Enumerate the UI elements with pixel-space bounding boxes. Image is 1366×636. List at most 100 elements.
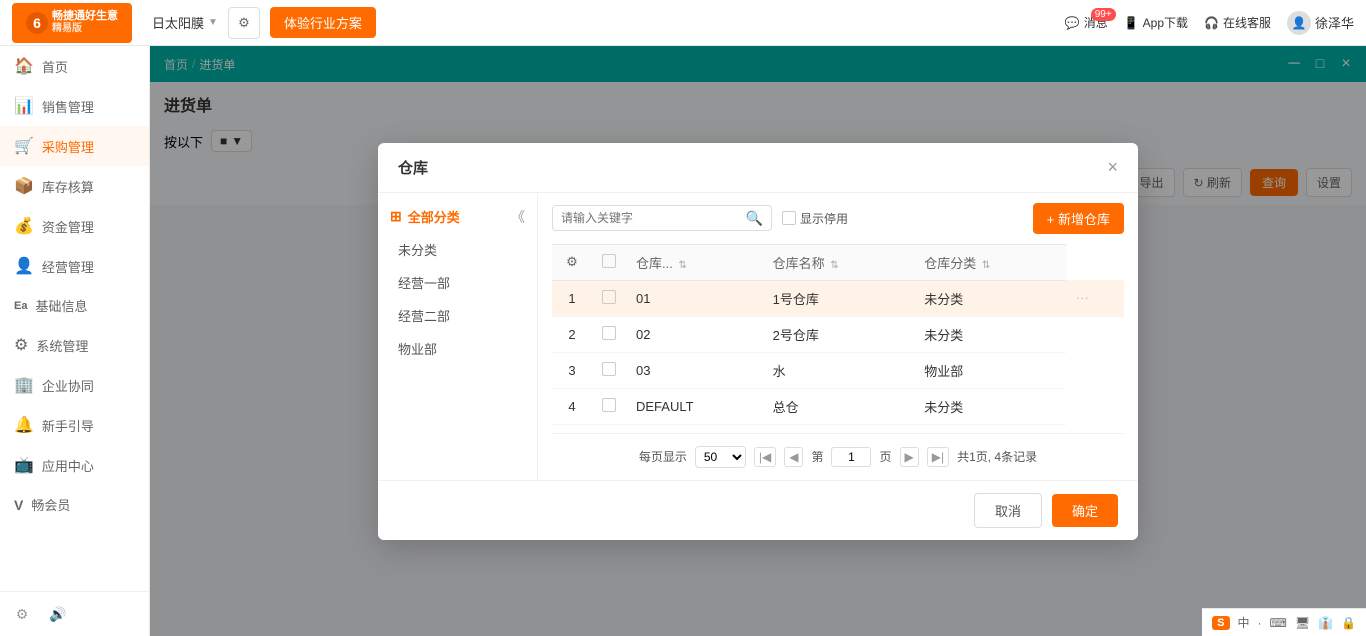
sidebar-item-system[interactable]: ⚙ 系统管理 [0, 325, 149, 365]
page-label: 第 [811, 448, 823, 465]
sidebar-item-finance[interactable]: 💰 资金管理 [0, 206, 149, 246]
show-disabled-text: 显示停用 [800, 210, 848, 227]
th-code[interactable]: 仓库... ⇅ [626, 244, 763, 280]
table-row[interactable]: 4 DEFAULT 总仓 未分类 [552, 388, 1124, 424]
cancel-button[interactable]: 取消 [974, 493, 1042, 528]
user-profile[interactable]: 👤 徐泽华 [1287, 11, 1354, 35]
modal-close-button[interactable]: × [1107, 158, 1118, 176]
row-category: 未分类 [914, 280, 1066, 316]
page-first-btn[interactable]: |◀ [754, 447, 776, 467]
store-selector[interactable]: 日太阳膜 ▼ [152, 13, 218, 32]
add-warehouse-button[interactable]: + 新增仓库 [1033, 203, 1124, 234]
sidebar-settings-btn[interactable]: ⚙ [8, 600, 36, 628]
status-dot: · [1258, 616, 1262, 630]
message-action[interactable]: 💬 消息 99+ [1065, 14, 1108, 31]
all-categories-btn[interactable]: ⊞ 全部分类 [390, 207, 460, 226]
page-number-input[interactable] [831, 447, 871, 467]
inventory-icon: 📦 [14, 176, 34, 196]
search-input[interactable] [561, 206, 746, 230]
brand-logo: 6 畅捷通好生意 精易版 [12, 3, 132, 43]
row-checkbox[interactable] [602, 362, 616, 376]
sidebar-item-guide[interactable]: 🔔 新手引导 [0, 405, 149, 445]
apps-icon: 📺 [14, 455, 34, 475]
row-code: DEFAULT [626, 388, 763, 424]
brand-name: 畅捷通好生意 [52, 10, 118, 23]
sidebar-item-purchase[interactable]: 🛒 采购管理 [0, 126, 149, 166]
pagination: 每页显示 50 100 200 |◀ ◀ 第 页 ▶ [552, 433, 1124, 480]
page-next-btn[interactable]: ▶ [900, 447, 919, 467]
modal-overlay: 仓库 × ⊞ 全部分类 《 未分类 [150, 46, 1366, 636]
row-checkbox-cell[interactable] [592, 280, 626, 316]
store-name: 日太阳膜 [152, 13, 204, 32]
sidebar-label-purchase: 采购管理 [42, 137, 94, 156]
sidebar-label-enterprise: 企业协同 [42, 376, 94, 395]
trial-button[interactable]: 体验行业方案 [270, 7, 376, 38]
status-cn: 中 [1238, 614, 1250, 631]
category-header: ⊞ 全部分类 《 [378, 201, 537, 233]
row-code: 01 [626, 280, 763, 316]
settings-button[interactable]: ⚙ [228, 7, 260, 39]
page-prev-btn[interactable]: ◀ [784, 447, 803, 467]
sidebar-label-guide: 新手引导 [42, 416, 94, 435]
row-checkbox[interactable] [602, 290, 616, 304]
row-code: 02 [626, 316, 763, 352]
row-name: 1号仓库 [763, 280, 915, 316]
collapse-panel-icon[interactable]: 《 [511, 207, 525, 227]
sidebar-item-sales[interactable]: 📊 销售管理 [0, 86, 149, 126]
table-row[interactable]: 3 03 水 物业部 [552, 352, 1124, 388]
show-disabled-checkbox[interactable] [782, 211, 796, 225]
guide-icon: 🔔 [14, 415, 34, 435]
row-checkbox[interactable] [602, 398, 616, 412]
per-page-select[interactable]: 50 100 200 [695, 446, 746, 468]
row-num: 1 [552, 280, 592, 316]
column-settings-icon: ⚙ [566, 254, 578, 269]
sidebar-label-sales: 销售管理 [42, 97, 94, 116]
grid-icon: ⊞ [390, 208, 402, 225]
th-category[interactable]: 仓库分类 ⇅ [914, 244, 1066, 280]
sidebar-label-system: 系统管理 [36, 336, 88, 355]
sidebar-item-enterprise[interactable]: 🏢 企业协同 [0, 365, 149, 405]
row-checkbox-cell[interactable] [592, 352, 626, 388]
row-category: 物业部 [914, 352, 1066, 388]
sidebar-item-apps[interactable]: 📺 应用中心 [0, 445, 149, 485]
row-checkbox-cell[interactable] [592, 316, 626, 352]
cat-item-dept1[interactable]: 经营一部 [378, 266, 537, 299]
table-row[interactable]: 2 02 2号仓库 未分类 [552, 316, 1124, 352]
sidebar-item-inventory[interactable]: 📦 库存核算 [0, 166, 149, 206]
th-checkbox[interactable] [592, 244, 626, 280]
confirm-button[interactable]: 确定 [1052, 494, 1118, 527]
th-settings[interactable]: ⚙ [552, 244, 592, 280]
page-last-btn[interactable]: ▶| [927, 447, 949, 467]
status-shirt-icon: 👔 [1318, 616, 1333, 630]
cat-item-property[interactable]: 物业部 [378, 332, 537, 365]
sidebar-item-home[interactable]: 🏠 首页 [0, 46, 149, 86]
sidebar-item-operations[interactable]: 👤 经营管理 [0, 246, 149, 286]
th-name[interactable]: 仓库名称 ⇅ [763, 244, 915, 280]
search-icon: 🔍 [746, 210, 763, 227]
cat-item-dept2[interactable]: 经营二部 [378, 299, 537, 332]
store-dropdown-arrow: ▼ [208, 17, 218, 28]
modal-footer: 取消 确定 [378, 480, 1138, 540]
sidebar-item-basic[interactable]: Ea 基础信息 [0, 286, 149, 325]
row-num: 4 [552, 388, 592, 424]
row-name: 2号仓库 [763, 316, 915, 352]
table-row[interactable]: 1 01 1号仓库 未分类 ··· [552, 280, 1124, 316]
show-disabled-label[interactable]: 显示停用 [782, 210, 848, 227]
service-action[interactable]: 🎧 在线客服 [1204, 14, 1271, 31]
brand-sub: 精易版 [52, 23, 118, 35]
table-panel: 🔍 显示停用 + 新增仓库 [538, 193, 1138, 480]
row-checkbox-cell[interactable] [592, 388, 626, 424]
row-actions[interactable]: ··· [1066, 280, 1124, 316]
action-dots-icon[interactable]: ··· [1076, 290, 1089, 305]
select-all-checkbox[interactable] [602, 254, 616, 268]
app-download-action[interactable]: 📱 App下载 [1124, 14, 1188, 31]
row-checkbox[interactable] [602, 326, 616, 340]
sidebar-item-member[interactable]: V 畅会员 [0, 485, 149, 524]
cat-item-uncategorized[interactable]: 未分类 [378, 233, 537, 266]
modal-header: 仓库 × [378, 143, 1138, 193]
basic-icon: Ea [14, 300, 27, 312]
sidebar-speaker-btn[interactable]: 🔊 [44, 600, 72, 628]
app-label: App下载 [1143, 14, 1188, 31]
enterprise-icon: 🏢 [14, 375, 34, 395]
sidebar: 🏠 首页 📊 销售管理 🛒 采购管理 📦 库存核算 💰 资金管理 👤 经营管理 … [0, 46, 150, 636]
